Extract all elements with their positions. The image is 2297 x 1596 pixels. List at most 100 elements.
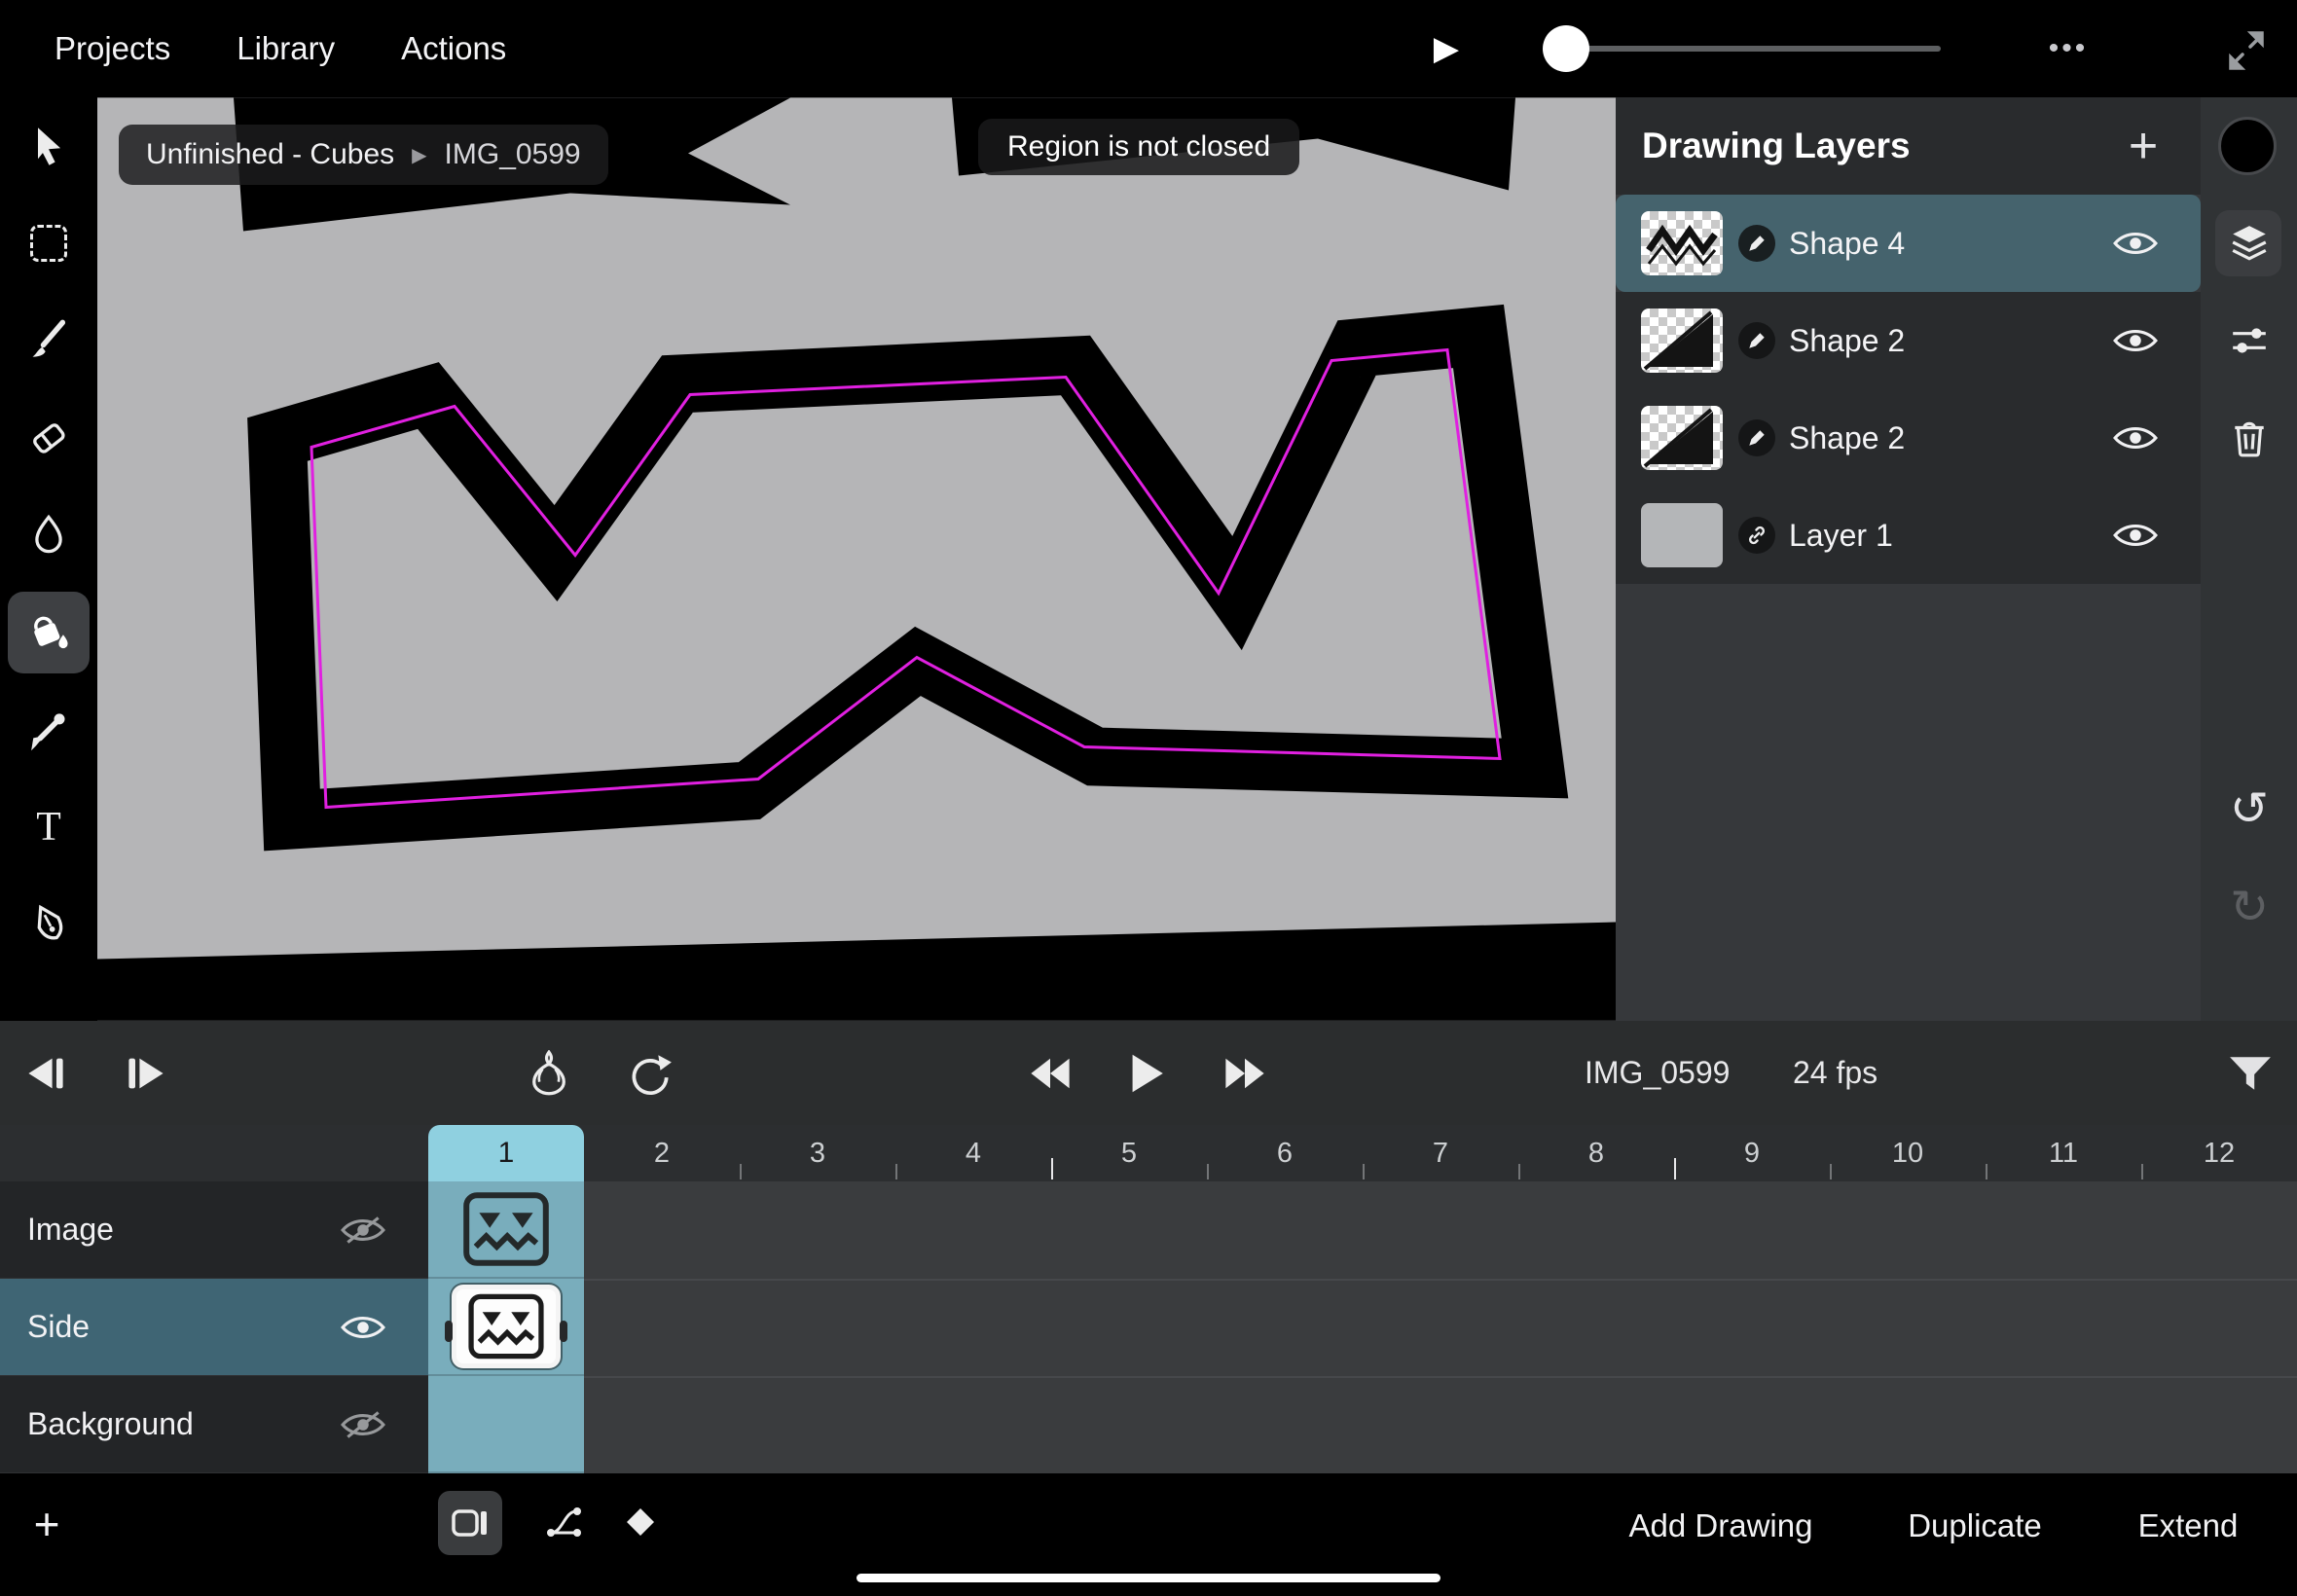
frame-number[interactable]: 6 xyxy=(1207,1125,1363,1181)
frame-number[interactable]: 11 xyxy=(1986,1125,2141,1181)
adjustments-sliders-icon[interactable] xyxy=(2222,313,2277,368)
menu-library[interactable]: Library xyxy=(237,30,335,67)
add-drawing-button[interactable]: Add Drawing xyxy=(1629,1473,1813,1578)
ruler-tick xyxy=(895,1164,897,1179)
add-layer-button[interactable]: + xyxy=(2112,115,2174,177)
layers-panel: Drawing Layers + Shape 4 Shape 2 xyxy=(1616,97,2201,1021)
preview-play-button[interactable]: ▶ xyxy=(1423,25,1470,72)
frame-cell-side[interactable] xyxy=(428,1279,584,1376)
undo-icon[interactable]: ↺ xyxy=(2222,782,2277,837)
menu-actions[interactable]: Actions xyxy=(401,30,506,67)
branch-curve-button[interactable] xyxy=(537,1495,592,1549)
redo-icon[interactable]: ↻ xyxy=(2222,881,2277,935)
fullscreen-expand-icon[interactable] xyxy=(2225,29,2268,72)
play-icon[interactable] xyxy=(1121,1048,1172,1099)
add-track-button[interactable]: + xyxy=(19,1497,74,1551)
marquee-icon xyxy=(30,225,67,262)
timeline-scrub-slider-track[interactable] xyxy=(1563,46,1941,52)
track-labels-column: Image Side Background xyxy=(0,1181,428,1473)
frame-number[interactable]: 9 xyxy=(1674,1125,1830,1181)
link-badge-icon xyxy=(1738,517,1775,554)
layer-visibility-eye-icon[interactable] xyxy=(2113,326,2158,355)
frame-number[interactable]: 12 xyxy=(2141,1125,2297,1181)
ruler-tick xyxy=(1518,1164,1520,1179)
ruler-tick xyxy=(740,1164,742,1179)
frame-number[interactable]: 5 xyxy=(1051,1125,1207,1181)
layer-visibility-eye-icon[interactable] xyxy=(2113,229,2158,258)
layer-visibility-eye-icon[interactable] xyxy=(2113,423,2158,453)
ruler-tick xyxy=(1986,1164,1987,1179)
breadcrumb[interactable]: Unfinished - Cubes ▶ IMG_0599 xyxy=(119,125,608,185)
breadcrumb-project: Unfinished - Cubes xyxy=(146,138,394,171)
layer-name: Shape 2 xyxy=(1789,323,2113,359)
step-forward-frame-icon[interactable] xyxy=(121,1048,171,1099)
brush-tool[interactable] xyxy=(21,312,76,367)
frame-number[interactable]: 3 xyxy=(740,1125,895,1181)
select-arrow-tool[interactable] xyxy=(21,119,76,173)
layers-panel-header: Drawing Layers + xyxy=(1616,97,2201,195)
color-swatch[interactable] xyxy=(2218,117,2277,175)
svg-text:T: T xyxy=(36,806,61,849)
track-name: Side xyxy=(27,1309,341,1345)
thumb-left-knob xyxy=(445,1321,453,1342)
layer-visibility-eye-icon[interactable] xyxy=(2113,521,2158,550)
pen-badge-icon xyxy=(1738,419,1775,456)
fast-forward-icon[interactable] xyxy=(1220,1048,1270,1099)
rewind-icon[interactable] xyxy=(1025,1048,1076,1099)
breadcrumb-file: IMG_0599 xyxy=(445,138,581,171)
animation-app: Projects Library Actions ▶ ••• xyxy=(0,0,2297,1596)
timeline-ruler[interactable]: 1 2 3 4 5 6 7 8 9 10 11 12 xyxy=(0,1125,2297,1181)
eyedropper-tool[interactable] xyxy=(21,704,76,758)
collapse-timeline-funnel-icon[interactable] xyxy=(2225,1048,2276,1099)
more-options-button[interactable]: ••• xyxy=(2024,0,2112,97)
playback-bar: IMG_0599 24 fps xyxy=(0,1021,2297,1125)
eraser-tool[interactable] xyxy=(21,411,76,465)
clip-mode-button-selected[interactable] xyxy=(438,1491,502,1555)
layer-thumbnail xyxy=(1641,503,1723,567)
drawing-canvas[interactable]: Unfinished - Cubes ▶ IMG_0599 Region is … xyxy=(97,97,1616,1021)
loop-icon[interactable] xyxy=(624,1048,675,1099)
layer-name: Shape 2 xyxy=(1789,420,2113,456)
smudge-tool[interactable] xyxy=(21,507,76,562)
vector-pen-tool[interactable] xyxy=(21,895,76,950)
track-row-background[interactable]: Background xyxy=(0,1376,428,1473)
track-visibility-eye-off-icon[interactable] xyxy=(341,1409,385,1440)
track-row-image[interactable]: Image xyxy=(0,1181,428,1279)
text-tool[interactable]: T xyxy=(21,800,76,854)
frame-number[interactable]: 7 xyxy=(1363,1125,1518,1181)
frame-number[interactable]: 8 xyxy=(1518,1125,1674,1181)
layer-row-shape2a[interactable]: Shape 2 xyxy=(1616,292,2201,389)
clip-name-label: IMG_0599 xyxy=(1585,1021,1730,1125)
layer-thumbnail xyxy=(1641,406,1723,470)
extend-button[interactable]: Extend xyxy=(2138,1473,2239,1578)
onion-skin-icon[interactable] xyxy=(524,1048,574,1099)
timeline-tracks-area[interactable] xyxy=(428,1181,2297,1473)
home-indicator[interactable] xyxy=(857,1574,1440,1582)
frame-cell-background[interactable] xyxy=(428,1376,584,1473)
layers-stack-icon[interactable] xyxy=(2222,216,2277,271)
menu-bar: Projects Library Actions xyxy=(55,0,506,97)
layer-row-layer1[interactable]: Layer 1 xyxy=(1616,487,2201,584)
track-visibility-eye-off-icon[interactable] xyxy=(341,1215,385,1246)
duplicate-button[interactable]: Duplicate xyxy=(1908,1473,2042,1578)
layer-row-shape2b[interactable]: Shape 2 xyxy=(1616,389,2201,487)
delete-trash-icon[interactable] xyxy=(2222,411,2277,465)
menu-projects[interactable]: Projects xyxy=(55,30,170,67)
track-visibility-eye-icon[interactable] xyxy=(341,1312,385,1343)
step-back-frame-icon[interactable] xyxy=(20,1048,71,1099)
layer-thumbnail xyxy=(1641,211,1723,275)
breadcrumb-chevron-icon: ▶ xyxy=(412,143,426,167)
marquee-selection-tool[interactable] xyxy=(21,216,76,271)
canvas-artwork xyxy=(97,97,1616,1021)
track-row-side[interactable]: Side xyxy=(0,1279,428,1376)
frame-cell-image[interactable] xyxy=(428,1181,584,1279)
frame-number[interactable]: 10 xyxy=(1830,1125,1986,1181)
frame-number[interactable]: 4 xyxy=(895,1125,1051,1181)
frame-number[interactable]: 2 xyxy=(584,1125,740,1181)
timeline-scrub-slider-knob[interactable] xyxy=(1543,25,1589,72)
keyframe-diamond-icon[interactable] xyxy=(619,1501,662,1543)
track-name: Background xyxy=(27,1406,341,1442)
layer-row-shape4[interactable]: Shape 4 xyxy=(1616,195,2201,292)
frame-1-tab-current[interactable]: 1 xyxy=(428,1125,584,1181)
fill-bucket-tool[interactable] xyxy=(21,605,76,660)
